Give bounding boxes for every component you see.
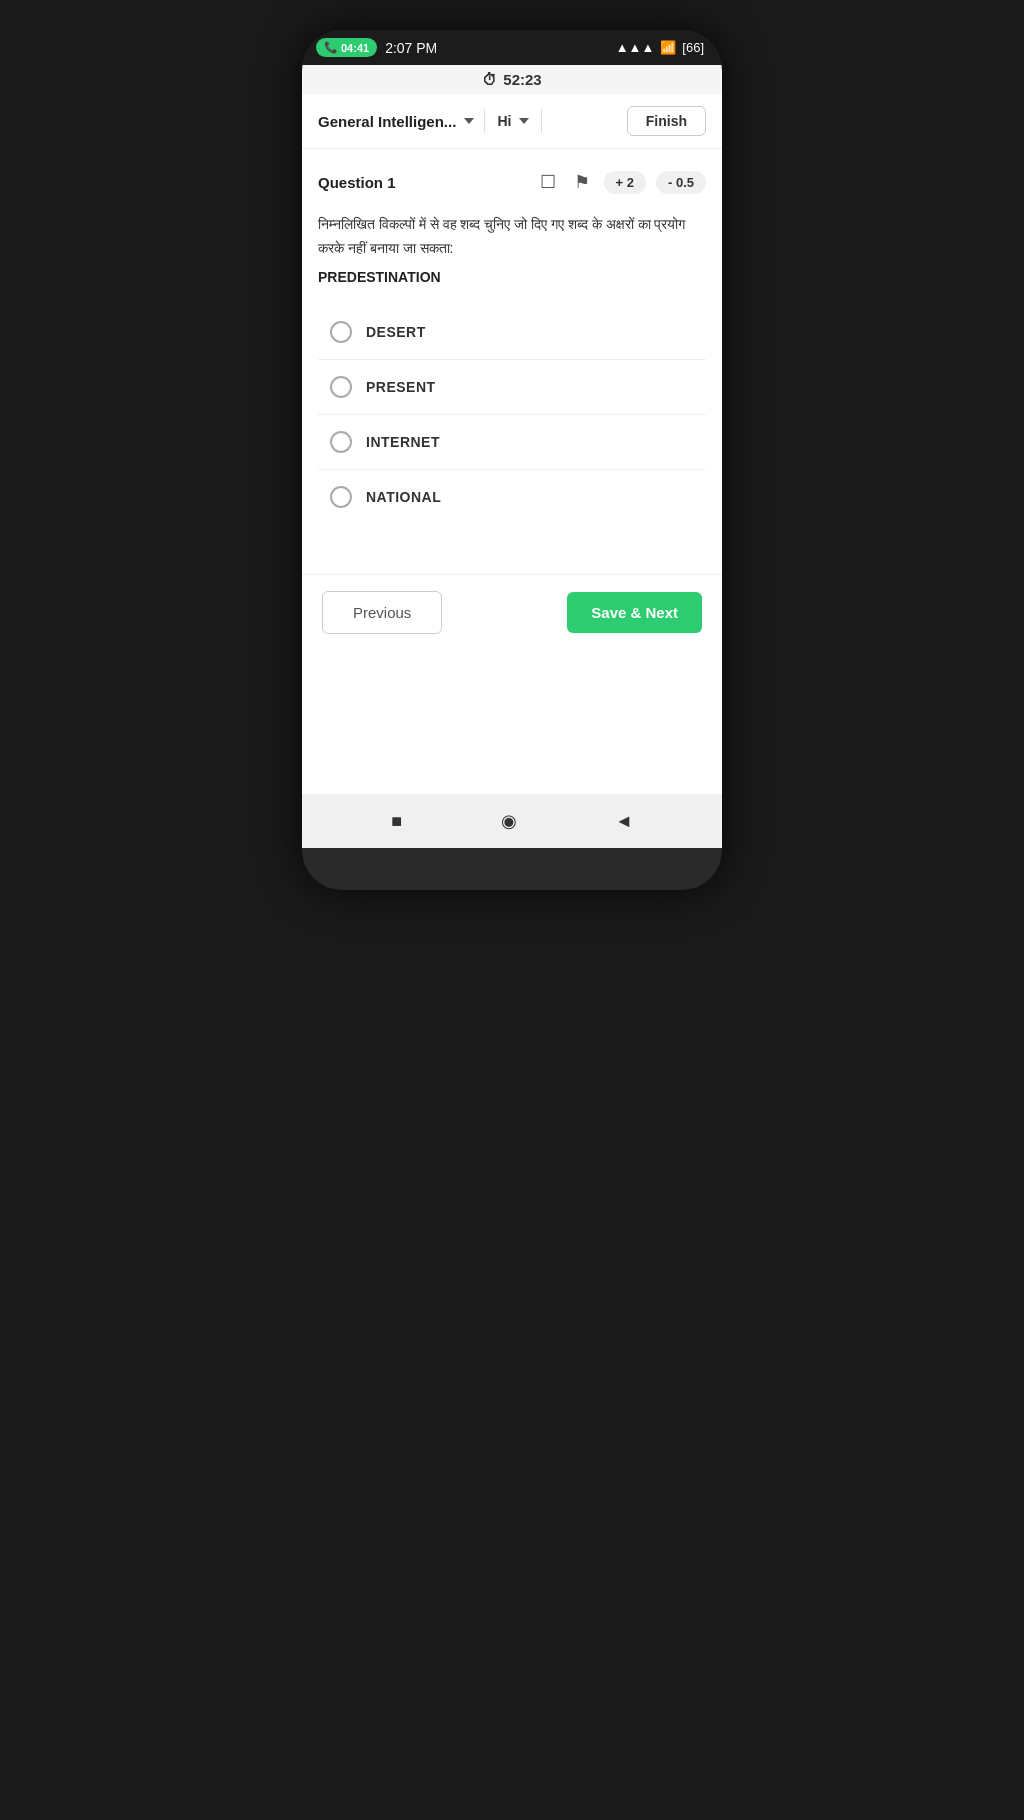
option-radio-a: [330, 321, 352, 343]
circle-icon: ◉: [501, 811, 517, 831]
subject-label: General Intelligen...: [318, 113, 456, 130]
timer-bar: ⏱ 52:23: [302, 65, 722, 94]
app-content: General Intelligen... Hi Finish Question…: [302, 94, 722, 794]
status-bar: 📞 04:41 2:07 PM ▲▲▲ 📶 [66]: [302, 30, 722, 65]
positive-score-badge: + 2: [604, 171, 646, 194]
status-bar-left: 📞 04:41 2:07 PM: [316, 38, 437, 57]
option-text-d: NATIONAL: [366, 489, 441, 505]
back-button[interactable]: ◄: [609, 805, 639, 838]
back-icon: ◄: [615, 811, 633, 831]
option-item-c[interactable]: INTERNET: [318, 415, 706, 470]
option-radio-c: [330, 431, 352, 453]
notch: [472, 30, 552, 52]
home-button[interactable]: ◉: [495, 804, 523, 838]
subject-chevron-icon: [464, 118, 474, 124]
negative-score-badge: - 0.5: [656, 171, 706, 194]
status-bar-right: ▲▲▲ 📶 [66]: [616, 40, 704, 55]
previous-button[interactable]: Previous: [322, 591, 442, 634]
recent-apps-button[interactable]: ■: [385, 805, 408, 838]
subject-selector[interactable]: General Intelligen...: [318, 113, 474, 130]
option-item-d[interactable]: NATIONAL: [318, 470, 706, 524]
system-nav-bar: ■ ◉ ◄: [302, 794, 722, 848]
option-radio-b: [330, 376, 352, 398]
question-text: निम्नलिखित विकल्पों में से वह शब्द चुनिए…: [318, 213, 706, 261]
option-radio-d: [330, 486, 352, 508]
app-header: General Intelligen... Hi Finish: [302, 94, 722, 149]
wifi-icon: 📶: [660, 40, 676, 55]
signal-icon: ▲▲▲: [616, 40, 655, 55]
finish-button[interactable]: Finish: [627, 106, 706, 136]
bookmark-icon: ☐: [540, 172, 556, 192]
options-list: DESERT PRESENT INTERNET NATIONAL: [318, 305, 706, 524]
option-text-b: PRESENT: [366, 379, 436, 395]
bottom-action-bar: Previous Save & Next: [302, 574, 722, 650]
timer-value: 52:23: [503, 71, 541, 88]
question-word: PREDESTINATION: [318, 269, 706, 285]
option-text-c: INTERNET: [366, 434, 440, 450]
option-text-a: DESERT: [366, 324, 426, 340]
bookmark-button[interactable]: ☐: [536, 169, 560, 195]
option-item-b[interactable]: PRESENT: [318, 360, 706, 415]
status-time: 2:07 PM: [385, 40, 437, 56]
call-indicator: 📞 04:41: [316, 38, 377, 57]
question-label: Question 1: [318, 174, 526, 191]
flag-button[interactable]: ⚑: [570, 169, 594, 195]
phone-frame: 📞 04:41 2:07 PM ▲▲▲ 📶 [66] ⏱ 52:23 Gener…: [302, 30, 722, 890]
square-icon: ■: [391, 811, 402, 831]
flag-icon: ⚑: [574, 172, 590, 192]
language-label: Hi: [497, 113, 511, 129]
language-selector[interactable]: Hi: [484, 109, 542, 133]
save-next-button[interactable]: Save & Next: [567, 592, 702, 633]
question-header: Question 1 ☐ ⚑ + 2 - 0.5: [318, 169, 706, 195]
timer-icon: ⏱: [482, 71, 497, 88]
option-item-a[interactable]: DESERT: [318, 305, 706, 360]
language-chevron-icon: [519, 118, 529, 124]
question-area: Question 1 ☐ ⚑ + 2 - 0.5 निम्नलिखित विकल…: [302, 149, 722, 534]
battery-icon: [66]: [682, 40, 704, 55]
